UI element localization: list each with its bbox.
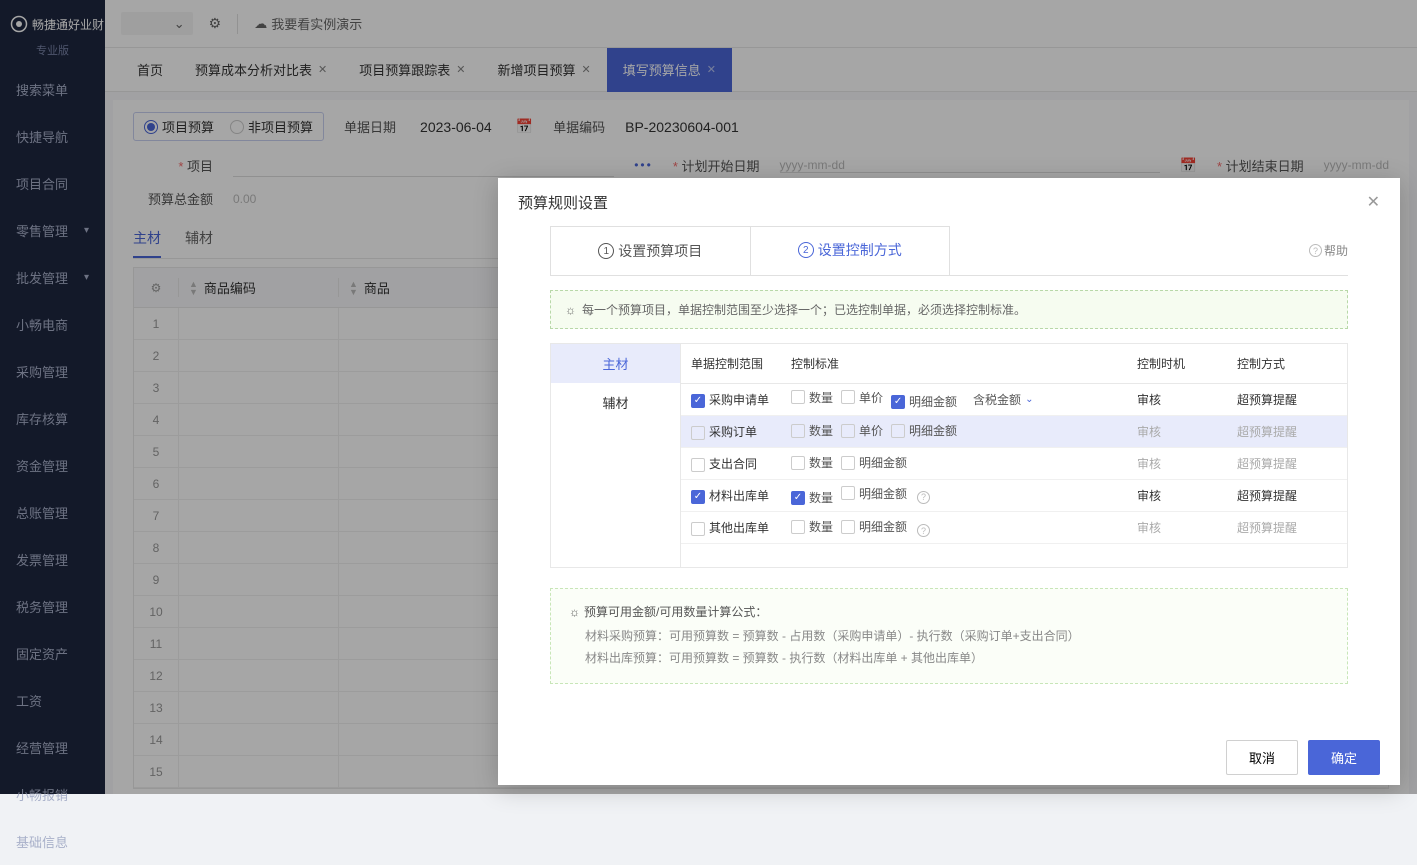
rule-row: 采购订单数量单价明细金额审核超预算提醒 (681, 416, 1347, 448)
th-standard: 控制标准 (781, 355, 1137, 372)
checkbox-scope[interactable] (691, 458, 705, 472)
rule-row: 材料出库单数量明细金额?审核超预算提醒 (681, 480, 1347, 512)
step-tab-2[interactable]: 2设置控制方式 (751, 227, 950, 275)
step-tab-1[interactable]: 1设置预算项目 (551, 227, 751, 275)
formula-box: ☼预算可用金额/可用数量计算公式： 材料采购预算：可用预算数 = 预算数 - 占… (550, 588, 1348, 684)
checkbox-detail[interactable] (891, 395, 905, 409)
checkbox-qty[interactable] (791, 491, 805, 505)
chevron-down-icon[interactable]: ⌄ (1025, 394, 1033, 405)
rule-side-main[interactable]: 主材 (551, 344, 680, 383)
close-icon[interactable]: ✕ (1367, 192, 1380, 212)
rule-side-aux[interactable]: 辅材 (551, 383, 680, 422)
sidebar-item[interactable]: 基础信息 (0, 818, 105, 865)
checkbox-scope[interactable] (691, 490, 705, 504)
rule-row: 其他出库单数量明细金额?审核超预算提醒 (681, 512, 1347, 544)
checkbox-qty[interactable] (791, 424, 805, 438)
checkbox-qty[interactable] (791, 456, 805, 470)
cancel-button[interactable]: 取消 (1226, 740, 1298, 775)
help-icon: ? (1309, 244, 1322, 257)
checkbox-qty[interactable] (791, 520, 805, 534)
rule-row: 采购申请单数量单价明细金额含税金额⌄审核超预算提醒 (681, 384, 1347, 416)
checkbox-price[interactable] (841, 390, 855, 404)
bulb-icon: ☼ (565, 303, 576, 317)
th-method: 控制方式 (1237, 355, 1347, 372)
rule-side-nav: 主材 辅材 (551, 344, 681, 567)
checkbox-scope[interactable] (691, 426, 705, 440)
modal-title: 预算规则设置 (518, 192, 608, 213)
checkbox-detail[interactable] (841, 520, 855, 534)
checkbox-scope[interactable] (691, 394, 705, 408)
th-timing: 控制时机 (1137, 355, 1237, 372)
rule-row: 支出合同数量明细金额审核超预算提醒 (681, 448, 1347, 480)
checkbox-scope[interactable] (691, 522, 705, 536)
th-scope: 单据控制范围 (681, 355, 781, 372)
info-icon[interactable]: ? (917, 491, 930, 504)
checkbox-price[interactable] (841, 424, 855, 438)
confirm-button[interactable]: 确定 (1308, 740, 1380, 775)
info-icon[interactable]: ? (917, 524, 930, 537)
checkbox-detail[interactable] (891, 424, 905, 438)
checkbox-qty[interactable] (791, 390, 805, 404)
checkbox-detail[interactable] (841, 486, 855, 500)
budget-rule-modal: 预算规则设置 ✕ 1设置预算项目 2设置控制方式 ?帮助 ☼ 每⼀个预算项⽬，单… (498, 178, 1400, 785)
hint-box: ☼ 每⼀个预算项⽬，单据控制范围⾄少选择⼀个；已选控制单据，必须选择控制标准。 (550, 290, 1348, 329)
help-link[interactable]: ?帮助 (1307, 242, 1348, 259)
bulb-icon: ☼ (569, 605, 580, 619)
checkbox-detail[interactable] (841, 456, 855, 470)
